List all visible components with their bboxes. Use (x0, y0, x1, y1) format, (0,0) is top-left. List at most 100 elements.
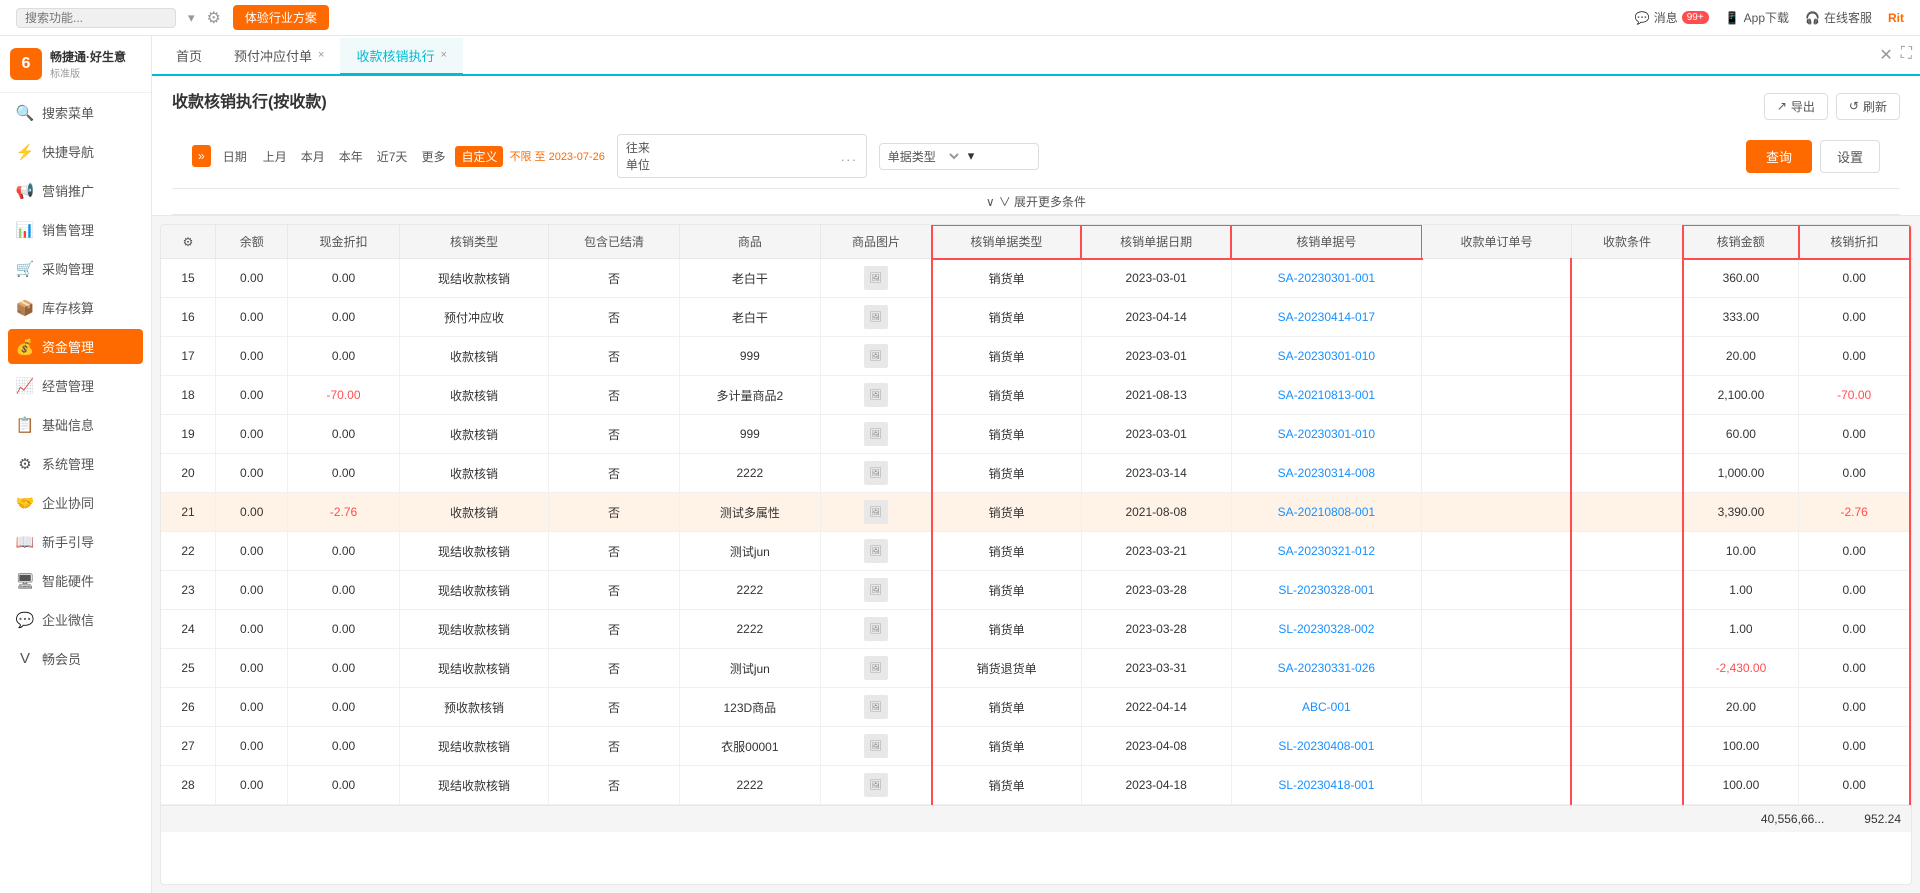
sidebar-item-8[interactable]: 📋基础信息 (0, 405, 151, 444)
date-7days[interactable]: 近7天 (373, 146, 412, 167)
message-area[interactable]: 💬 消息 99+ (1635, 9, 1709, 26)
filter-billtype-select[interactable] (942, 148, 962, 164)
industry-btn[interactable]: 体验行业方案 (233, 5, 329, 30)
close-window-icon[interactable]: ✕ (1879, 45, 1892, 65)
cell-bill-no[interactable]: SA-20210813-001 (1231, 376, 1422, 415)
cell-type: 收款核销 (399, 376, 549, 415)
sidebar-item-4[interactable]: 🛒采购管理 (0, 249, 151, 288)
col-included: 包含已结清 (549, 225, 679, 259)
filter-date-range: 不限 至 2023-07-26 (509, 148, 604, 164)
cell-img: 🖼 (820, 493, 931, 532)
user-name[interactable]: Rit (1888, 11, 1904, 25)
cell-bill-no[interactable]: SA-20230414-017 (1231, 298, 1422, 337)
date-last-month[interactable]: 上月 (259, 146, 291, 167)
bill-no-link[interactable]: SL-20230418-001 (1278, 778, 1374, 792)
cell-writeoff-discount: 0.00 (1799, 298, 1910, 337)
bill-no-link[interactable]: SA-20230314-008 (1278, 466, 1375, 480)
gear-icon[interactable]: ⚙ (207, 8, 221, 28)
sidebar-item-2[interactable]: 📢营销推广 (0, 171, 151, 210)
bill-no-link[interactable]: SA-20230331-026 (1278, 661, 1375, 675)
bill-no-link[interactable]: SA-20230414-017 (1278, 310, 1375, 324)
filter-partner-field[interactable]: 往来单位 ... (617, 134, 867, 178)
export-btn[interactable]: ↗ 导出 (1764, 93, 1828, 120)
cell-discount: -2.76 (288, 493, 399, 532)
cell-balance: 0.00 (216, 259, 288, 298)
sidebar-item-9[interactable]: ⚙系统管理 (0, 444, 151, 483)
cell-bill-no[interactable]: ABC-001 (1231, 688, 1422, 727)
sidebar-item-5[interactable]: 📦库存核算 (0, 288, 151, 327)
date-this-month[interactable]: 本月 (297, 146, 329, 167)
bill-no-link[interactable]: SA-20210808-001 (1278, 505, 1375, 519)
sidebar-icon-4: 🛒 (16, 260, 34, 278)
bill-no-link[interactable]: SL-20230328-001 (1278, 583, 1374, 597)
cell-bill-no[interactable]: SA-20230331-026 (1231, 649, 1422, 688)
cell-bill-no[interactable]: SL-20230328-001 (1231, 571, 1422, 610)
bill-no-link[interactable]: SA-20230321-012 (1278, 544, 1375, 558)
expand-window-icon[interactable]: ⛶ (1901, 45, 1912, 65)
sidebar-label-0: 搜索菜单 (42, 103, 94, 122)
cell-writeoff-discount: 0.00 (1799, 337, 1910, 376)
bill-no-link[interactable]: SA-20210813-001 (1278, 388, 1375, 402)
col-balance: 余额 (216, 225, 288, 259)
cell-order-no (1422, 259, 1572, 298)
sidebar-item-13[interactable]: 💬企业微信 (0, 600, 151, 639)
filter-expand-btn[interactable]: » (192, 145, 211, 167)
sidebar-item-11[interactable]: 📖新手引导 (0, 522, 151, 561)
bill-no-link[interactable]: SA-20230301-001 (1278, 271, 1375, 285)
date-more[interactable]: 更多 (417, 146, 449, 167)
tab-writeoff[interactable]: 收款核销执行 × (340, 38, 462, 75)
cell-payment-cond (1571, 454, 1682, 493)
bill-no-link[interactable]: SA-20230301-010 (1278, 427, 1375, 441)
filter-billtype-field[interactable]: 单据类型 ▾ (879, 143, 1039, 170)
sidebar-item-7[interactable]: 📈经营管理 (0, 366, 151, 405)
sidebar-item-12[interactable]: 🖥智能硬件 (0, 561, 151, 600)
cell-payment-cond (1571, 727, 1682, 766)
sidebar-label-12: 智能硬件 (42, 571, 94, 590)
cell-bill-no[interactable]: SA-20230301-010 (1231, 415, 1422, 454)
cell-payment-cond (1571, 766, 1682, 805)
cell-order-no (1422, 766, 1572, 805)
sidebar-icon-10: 🤝 (16, 494, 34, 512)
refresh-btn[interactable]: ↺ 刷新 (1836, 93, 1900, 120)
cell-img: 🖼 (820, 688, 931, 727)
cell-bill-no[interactable]: SA-20230314-008 (1231, 454, 1422, 493)
expand-more-btn[interactable]: ∨ ∨ 展开更多条件 (986, 193, 1086, 210)
filter-partner-input[interactable] (667, 149, 835, 163)
bill-no-link[interactable]: SA-20230301-010 (1278, 349, 1375, 363)
date-this-year[interactable]: 本年 (335, 146, 367, 167)
cell-type: 收款核销 (399, 493, 549, 532)
online-service-btn[interactable]: 🎧 在线客服 (1805, 9, 1872, 26)
tab-prepayment[interactable]: 预付冲应付单 × (218, 38, 340, 75)
sidebar-item-6[interactable]: 💰资金管理 (8, 329, 143, 364)
sidebar-item-1[interactable]: ⚡快捷导航 (0, 132, 151, 171)
cell-bill-no[interactable]: SL-20230408-001 (1231, 727, 1422, 766)
bill-no-link[interactable]: SL-20230408-001 (1278, 739, 1374, 753)
tab-writeoff-close[interactable]: × (440, 49, 446, 61)
top-search-input[interactable] (16, 8, 176, 28)
dropdown-icon[interactable]: ▾ (188, 10, 195, 26)
sidebar-item-3[interactable]: 📊销售管理 (0, 210, 151, 249)
bill-no-link[interactable]: ABC-001 (1302, 700, 1351, 714)
filter-settings-btn[interactable]: 设置 (1820, 140, 1880, 173)
date-custom[interactable]: 自定义 (455, 146, 503, 167)
cell-bill-type: 销货单 (932, 532, 1082, 571)
sidebar-item-14[interactable]: V畅会员 (0, 639, 151, 678)
col-settings[interactable]: ⚙ (161, 225, 216, 259)
cell-bill-no[interactable]: SA-20230301-010 (1231, 337, 1422, 376)
sidebar-item-0[interactable]: 🔍搜索菜单 (0, 93, 151, 132)
cell-bill-no[interactable]: SA-20230321-012 (1231, 532, 1422, 571)
cell-bill-no[interactable]: SL-20230328-002 (1231, 610, 1422, 649)
tab-prepayment-close[interactable]: × (318, 49, 324, 61)
search-btn[interactable]: 查询 (1746, 140, 1812, 173)
message-badge: 99+ (1682, 11, 1709, 24)
bill-no-link[interactable]: SL-20230328-002 (1278, 622, 1374, 636)
cell-bill-no[interactable]: SA-20210808-001 (1231, 493, 1422, 532)
table-body: 15 0.00 0.00 现结收款核销 否 老白干 🖼 销货单 2023-03-… (161, 259, 1910, 805)
cell-bill-no[interactable]: SL-20230418-001 (1231, 766, 1422, 805)
cell-order-no (1422, 298, 1572, 337)
sidebar-item-10[interactable]: 🤝企业协同 (0, 483, 151, 522)
app-download-btn[interactable]: 📱 App下载 (1725, 9, 1789, 26)
cell-bill-no[interactable]: SA-20230301-001 (1231, 259, 1422, 298)
table-footer: 40,556,66... 952.24 (161, 805, 1911, 832)
tab-home[interactable]: 首页 (160, 38, 218, 73)
